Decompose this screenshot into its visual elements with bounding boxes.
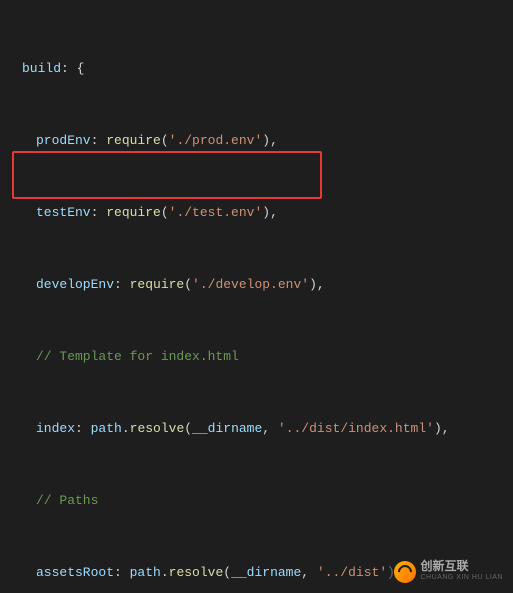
code-line: testEnv: require('./test.env'), [8,204,513,222]
comment: // Paths [8,492,513,510]
code-line: developEnv: require('./develop.env'), [8,276,513,294]
code-line: prodEnv: require('./prod.env'), [8,132,513,150]
code-editor[interactable]: build: { prodEnv: require('./prod.env'),… [0,0,513,593]
code-line: index: path.resolve(__dirname, '../dist/… [8,420,513,438]
watermark-logo-icon [394,561,416,583]
watermark-pinyin: CHUANG XIN HU LIAN [420,572,503,583]
watermark-cn: 创新互联 [420,561,503,572]
property-key: build [22,61,61,76]
highlight-rectangle [12,151,322,199]
code-line: build: { [8,60,513,78]
comment: // Template for index.html [8,348,513,366]
watermark-text: 创新互联 CHUANG XIN HU LIAN [420,561,503,583]
watermark: 创新互联 CHUANG XIN HU LIAN [390,559,507,585]
